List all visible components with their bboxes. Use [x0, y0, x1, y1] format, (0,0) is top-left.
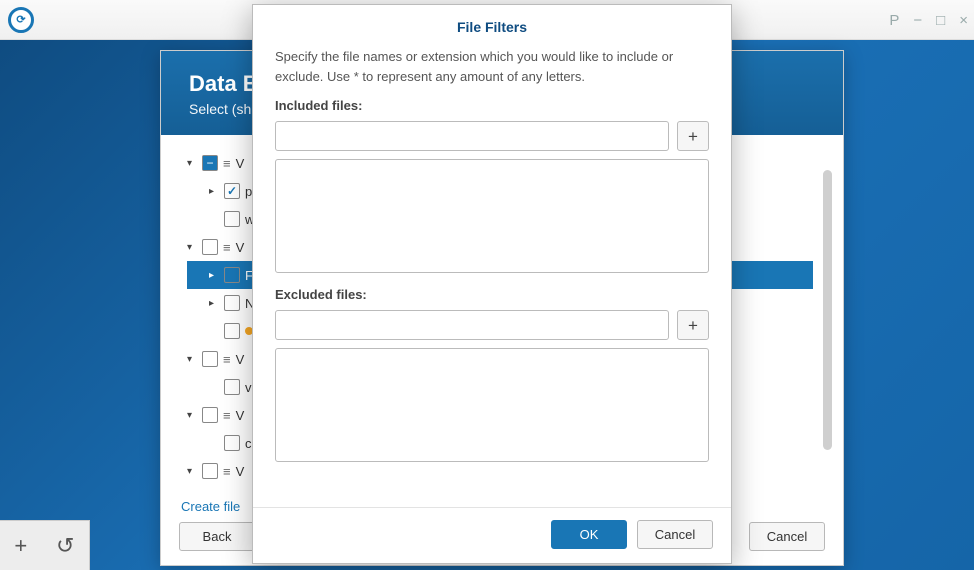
checkbox[interactable] [224, 435, 240, 451]
file-filters-dialog: File Filters Specify the file names or e… [252, 4, 732, 564]
cancel-button[interactable]: Cancel [637, 520, 713, 549]
dialog-title: File Filters [253, 5, 731, 45]
included-files-input[interactable] [275, 121, 669, 151]
caret-icon[interactable]: ▾ [187, 466, 197, 477]
dialog-description: Specify the file names or extension whic… [275, 47, 709, 86]
tree-item-label: V [236, 240, 245, 255]
close-icon[interactable]: × [959, 12, 968, 29]
included-files-label: Included files: [275, 98, 709, 113]
history-icon[interactable]: ↻ [56, 533, 74, 559]
checkbox[interactable] [224, 379, 240, 395]
checkbox[interactable] [224, 267, 240, 283]
checkbox[interactable] [224, 183, 240, 199]
caret-icon[interactable]: ▸ [209, 270, 219, 281]
excluded-files-label: Excluded files: [275, 287, 709, 302]
caret-icon[interactable]: ▾ [187, 410, 197, 421]
app-icon: ⟳ [8, 7, 34, 33]
add-excluded-button[interactable]: + [677, 310, 709, 340]
volume-icon: ≡ [223, 464, 231, 479]
volume-icon: ≡ [223, 408, 231, 423]
wizard-cancel-button[interactable]: Cancel [749, 522, 825, 551]
checkbox[interactable] [224, 211, 240, 227]
minimize-icon[interactable]: − [913, 12, 922, 29]
tree-item-label: v [245, 380, 252, 395]
volume-icon: ≡ [223, 352, 231, 367]
pin-icon[interactable]: P [889, 12, 899, 29]
back-button[interactable]: Back [179, 522, 255, 551]
checkbox[interactable] [224, 295, 240, 311]
caret-icon[interactable]: ▾ [187, 354, 197, 365]
dialog-body: Specify the file names or extension whic… [253, 45, 731, 507]
tree-item-label: V [236, 352, 245, 367]
included-files-list[interactable] [275, 159, 709, 273]
add-icon[interactable]: + [14, 533, 27, 559]
checkbox[interactable] [224, 323, 240, 339]
ok-button[interactable]: OK [551, 520, 627, 549]
caret-icon[interactable]: ▸ [209, 298, 219, 309]
tree-item-label: V [236, 408, 245, 423]
caret-icon[interactable]: ▾ [187, 158, 197, 169]
scrollbar[interactable] [823, 170, 832, 450]
tree-item-label: c [245, 436, 252, 451]
window-controls: P − □ × [889, 0, 968, 40]
checkbox[interactable] [202, 239, 218, 255]
volume-icon: ≡ [223, 156, 231, 171]
dialog-footer: OK Cancel [253, 507, 731, 563]
checkbox[interactable] [202, 351, 218, 367]
checkbox[interactable] [202, 407, 218, 423]
add-included-button[interactable]: + [677, 121, 709, 151]
excluded-files-input[interactable] [275, 310, 669, 340]
tree-item-label: V [236, 464, 245, 479]
checkbox[interactable] [202, 155, 218, 171]
maximize-icon[interactable]: □ [936, 12, 945, 29]
volume-icon: ≡ [223, 240, 231, 255]
create-file-filter-link[interactable]: Create file [181, 499, 240, 512]
tree-item-label: V [236, 156, 245, 171]
app-left-toolbar: + ↻ [0, 520, 90, 570]
caret-icon[interactable]: ▾ [187, 242, 197, 253]
excluded-files-list[interactable] [275, 348, 709, 462]
checkbox[interactable] [202, 463, 218, 479]
caret-icon[interactable]: ▸ [209, 186, 219, 197]
